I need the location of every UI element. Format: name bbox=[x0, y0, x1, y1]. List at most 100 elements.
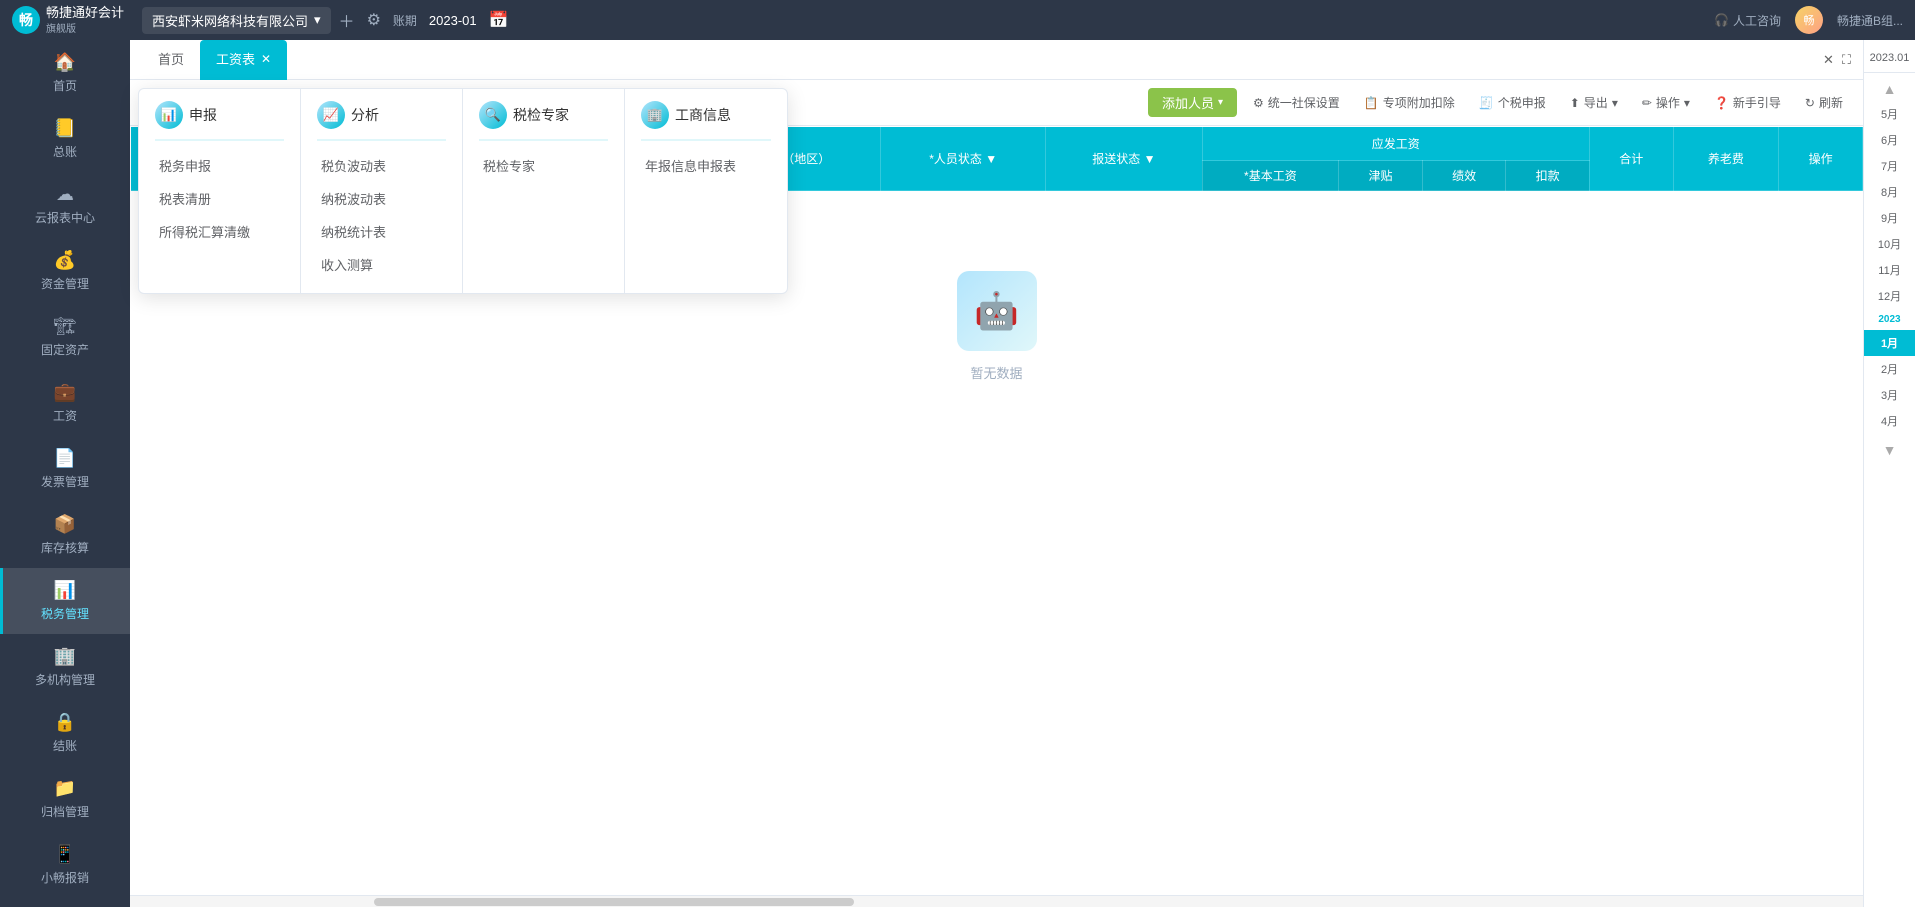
dropdown-popup: 📊 申报 税务申报 税表清册 所得税汇算清缴 📈 分析 税负波动表 纳税波动表 … bbox=[138, 88, 788, 294]
month-5[interactable]: 5月 bbox=[1864, 101, 1915, 127]
sidebar-item-home[interactable]: 🏠 首页 bbox=[0, 40, 130, 106]
sidebar-item-tax[interactable]: 📊 税务管理 bbox=[0, 568, 130, 634]
sidebar-item-multiorg[interactable]: 🏢 多机构管理 bbox=[0, 634, 130, 700]
th-send-status: 报送状态 ▼ bbox=[1046, 127, 1202, 191]
top-bar: 畅 畅捷通好会计 旗舰版 西安虾米网络科技有限公司 ▾ ＋ ⚙ 账期 2023-… bbox=[0, 0, 1915, 40]
month-9[interactable]: 9月 bbox=[1864, 205, 1915, 231]
empty-text: 暂无数据 bbox=[970, 363, 1022, 382]
empty-icon: 🤖 bbox=[957, 271, 1037, 351]
sidebar-item-salary[interactable]: 💼 工资 bbox=[0, 370, 130, 436]
th-action: 操作 bbox=[1779, 127, 1863, 191]
popup-header-expert: 🔍 税检专家 bbox=[479, 101, 608, 141]
sidebar-item-archive[interactable]: 📁 归档管理 bbox=[0, 766, 130, 832]
tab-expand-icon[interactable]: ⛶ bbox=[1842, 52, 1851, 68]
month-11[interactable]: 11月 bbox=[1864, 257, 1915, 283]
menu-expert[interactable]: 税检专家 bbox=[479, 149, 608, 182]
business-icon: 🏢 bbox=[641, 101, 669, 129]
company-selector[interactable]: 西安虾米网络科技有限公司 ▾ bbox=[142, 7, 331, 34]
service-label: 人工咨询 bbox=[1733, 12, 1781, 29]
month-3[interactable]: 3月 bbox=[1864, 382, 1915, 408]
sidebar-item-label: 小畅报销 bbox=[41, 869, 89, 886]
tab-bar: 首页 工资表 ✕ ✕ ⛶ bbox=[130, 40, 1863, 80]
menu-income-calc[interactable]: 收入测算 bbox=[317, 248, 446, 281]
export-label: 导出 bbox=[1584, 94, 1608, 111]
sidebar-item-label: 固定资产 bbox=[41, 341, 89, 358]
th-status: *人员状态 ▼ bbox=[881, 127, 1046, 191]
tab-home[interactable]: 首页 bbox=[142, 40, 200, 80]
menu-tax-report[interactable]: 税务申报 bbox=[155, 149, 284, 182]
salary-icon: 💼 bbox=[54, 382, 76, 403]
year-2023: 2023 bbox=[1864, 309, 1915, 330]
month-12[interactable]: 12月 bbox=[1864, 283, 1915, 309]
month-10[interactable]: 10月 bbox=[1864, 231, 1915, 257]
logo-icon: 畅 bbox=[12, 6, 40, 34]
tab-close-icon[interactable]: ✕ bbox=[261, 52, 271, 66]
operate-btn[interactable]: ✏ 操作 ▾ bbox=[1634, 90, 1698, 115]
guide-label: 新手引导 bbox=[1733, 94, 1781, 111]
app-sub: 旗舰版 bbox=[46, 20, 124, 35]
th-total: 合计 bbox=[1589, 127, 1673, 191]
menu-tax-table[interactable]: 税表清册 bbox=[155, 182, 284, 215]
month-6[interactable]: 6月 bbox=[1864, 127, 1915, 153]
tab-salary[interactable]: 工资表 ✕ bbox=[200, 40, 287, 80]
operate-arrow: ▾ bbox=[1684, 96, 1690, 110]
scroll-thumb[interactable] bbox=[374, 898, 854, 906]
sidebar-item-inventory[interactable]: 📦 库存核算 bbox=[0, 502, 130, 568]
special-deduct-icon: 📋 bbox=[1364, 96, 1379, 110]
guide-btn[interactable]: ❓ 新手引导 bbox=[1706, 90, 1789, 115]
menu-tax-dynamic[interactable]: 纳税波动表 bbox=[317, 182, 446, 215]
sidebar-item-label: 税务管理 bbox=[41, 605, 89, 622]
chevron-down-icon: ▾ bbox=[314, 12, 321, 28]
panel-up-arrow[interactable]: ▲ bbox=[1879, 77, 1901, 101]
month-4[interactable]: 4月 bbox=[1864, 408, 1915, 434]
sidebar-item-basic[interactable]: ⚙ 基础设置 bbox=[0, 898, 130, 907]
sidebar-item-ledger[interactable]: 📒 总账 bbox=[0, 106, 130, 172]
special-deduct-btn[interactable]: 📋 专项附加扣除 bbox=[1356, 90, 1463, 115]
sidebar-item-xiaochang[interactable]: 📱 小畅报销 bbox=[0, 832, 130, 898]
ledger-icon: 📒 bbox=[54, 118, 76, 139]
month-8[interactable]: 8月 bbox=[1864, 179, 1915, 205]
month-7[interactable]: 7月 bbox=[1864, 153, 1915, 179]
analysis-title: 分析 bbox=[351, 105, 379, 125]
refresh-label: 刷新 bbox=[1819, 94, 1843, 111]
cloud-icon: ☁ bbox=[56, 184, 74, 205]
calendar-icon[interactable]: 📅 bbox=[489, 10, 509, 30]
menu-tax-wave[interactable]: 税负波动表 bbox=[317, 149, 446, 182]
popup-header-analysis: 📈 分析 bbox=[317, 101, 446, 141]
service-btn[interactable]: 🎧 人工咨询 bbox=[1714, 12, 1781, 29]
assets-icon: 🏗 bbox=[54, 316, 77, 337]
panel-down-arrow[interactable]: ▼ bbox=[1879, 438, 1901, 462]
month-2[interactable]: 2月 bbox=[1864, 356, 1915, 382]
scroll-bar-bottom[interactable] bbox=[130, 895, 1863, 907]
panel-period: 2023.01 bbox=[1870, 52, 1910, 64]
social-insurance-btn[interactable]: ⚙ 统一社保设置 bbox=[1245, 90, 1348, 115]
avatar[interactable]: 畅 bbox=[1795, 6, 1823, 34]
add-icon[interactable]: ＋ bbox=[339, 8, 355, 32]
sidebar-item-invoice[interactable]: 📄 发票管理 bbox=[0, 436, 130, 502]
refresh-icon: ↻ bbox=[1805, 96, 1815, 110]
send-filter-icon[interactable]: ▼ bbox=[1144, 152, 1156, 166]
menu-tax-stat[interactable]: 纳税统计表 bbox=[317, 215, 446, 248]
menu-annual-report[interactable]: 年报信息申报表 bbox=[641, 149, 771, 182]
filter-icon[interactable]: ▼ bbox=[985, 152, 997, 166]
personal-tax-btn[interactable]: 🧾 个税申报 bbox=[1471, 90, 1554, 115]
period-label: 账期 bbox=[393, 12, 417, 29]
sidebar: 🏠 首页 📒 总账 ☁ 云报表中心 💰 资金管理 🏗 固定资产 💼 工资 📄 发… bbox=[0, 40, 130, 907]
sidebar-item-closing[interactable]: 🔒 结账 bbox=[0, 700, 130, 766]
popup-header-business: 🏢 工商信息 bbox=[641, 101, 771, 141]
app-name: 畅捷通好会计 bbox=[46, 5, 124, 21]
sidebar-item-assets[interactable]: 🏗 固定资产 bbox=[0, 304, 130, 370]
refresh-btn[interactable]: ↻ 刷新 bbox=[1797, 90, 1851, 115]
toolbar-right: 添加人员 ▾ ⚙ 统一社保设置 📋 专项附加扣除 🧾 个税申报 ⬆ 导出 bbox=[1148, 88, 1851, 117]
settings-icon[interactable]: ⚙ bbox=[367, 10, 381, 30]
tab-close-window-icon[interactable]: ✕ bbox=[1823, 52, 1834, 68]
month-1[interactable]: 1月 bbox=[1864, 330, 1915, 356]
add-person-button[interactable]: 添加人员 ▾ bbox=[1148, 88, 1237, 117]
export-btn[interactable]: ⬆ 导出 ▾ bbox=[1562, 90, 1626, 115]
xiaochang-icon: 📱 bbox=[54, 844, 76, 865]
popup-col-analysis: 📈 分析 税负波动表 纳税波动表 纳税统计表 收入测算 bbox=[301, 89, 463, 293]
sidebar-item-fund[interactable]: 💰 资金管理 bbox=[0, 238, 130, 304]
sidebar-item-cloud[interactable]: ☁ 云报表中心 bbox=[0, 172, 130, 238]
menu-income-tax[interactable]: 所得税汇算清缴 bbox=[155, 215, 284, 248]
sidebar-item-label: 库存核算 bbox=[41, 539, 89, 556]
